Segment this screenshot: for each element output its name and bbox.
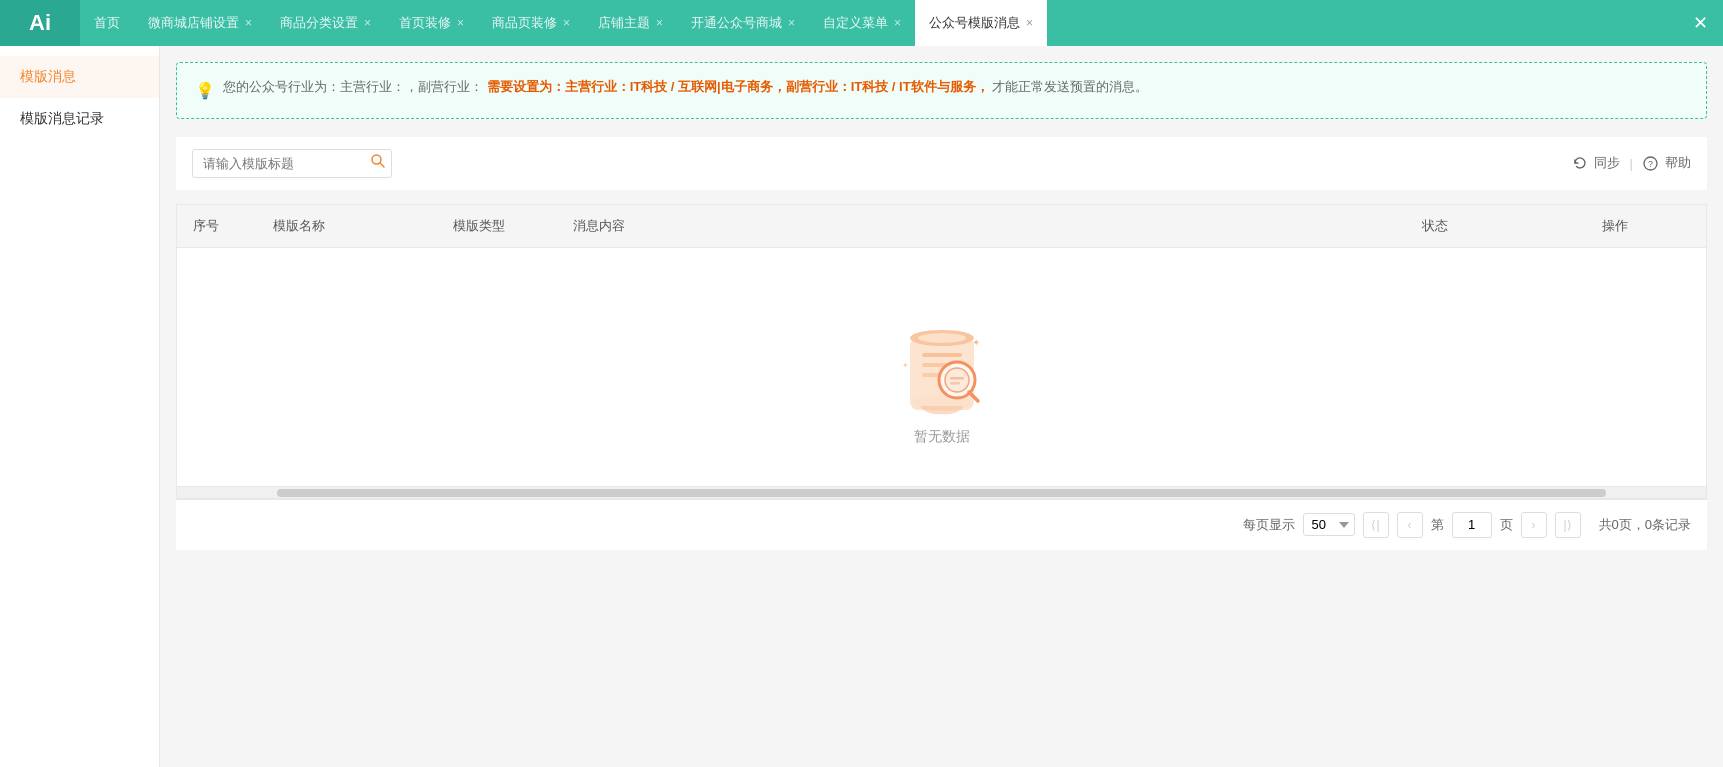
tab-label-product-category: 商品分类设置 [280,14,358,32]
app-logo: Ai [0,0,80,46]
main-layout: 模版消息模版消息记录 💡 您的公众号行业为：主营行业：，副营行业： 需要设置为：… [0,46,1723,767]
help-button[interactable]: ? 帮助 [1643,154,1691,172]
tab-label-home: 首页 [94,14,120,32]
global-close-button[interactable]: ✕ [1677,0,1723,46]
tab-label-wechat-shop: 微商城店铺设置 [148,14,239,32]
tab-close-home-decoration[interactable]: × [457,16,464,30]
tab-home-decoration[interactable]: 首页装修 × [385,0,478,46]
di-label: 第 [1431,516,1444,534]
sidebar-item-template-msg-record[interactable]: 模版消息记录 [0,98,159,140]
col-content: 消息内容 [557,205,1406,247]
svg-rect-15 [950,382,960,385]
col-name: 模版名称 [257,205,437,247]
tab-wechat-shop[interactable]: 微商城店铺设置 × [134,0,266,46]
tabs-container: 首页微商城店铺设置×商品分类设置×首页装修×商品页装修×店铺主题×开通公众号商城… [80,0,1677,46]
svg-text:✦: ✦ [972,337,980,348]
tab-open-shop[interactable]: 开通公众号商城 × [677,0,809,46]
tab-close-shop-theme[interactable]: × [656,16,663,30]
sidebar-item-template-msg[interactable]: 模版消息 [0,56,159,98]
notice-banner: 💡 您的公众号行业为：主营行业：，副营行业： 需要设置为：主营行业：IT科技 /… [176,62,1707,119]
search-bar: 同步 | ? 帮助 [176,137,1707,190]
sidebar: 模版消息模版消息记录 [0,46,160,767]
svg-point-7 [918,333,966,343]
tab-product-category[interactable]: 商品分类设置 × [266,0,385,46]
notice-text: 您的公众号行业为：主营行业：，副营行业： 需要设置为：主营行业：IT科技 / 互… [223,77,1148,98]
search-button[interactable] [370,153,386,173]
sync-button[interactable]: 同步 [1573,154,1620,172]
table-header: 序号 模版名称 模版类型 消息内容 状态 操作 [177,205,1706,248]
next-page-button[interactable]: › [1521,512,1547,538]
col-status: 状态 [1406,205,1586,247]
svg-point-12 [945,368,969,392]
svg-text:?: ? [1648,159,1653,169]
svg-rect-8 [922,353,962,357]
tab-close-template-msg[interactable]: × [1026,16,1033,30]
sync-label: 同步 [1594,154,1620,172]
tab-custom-menu[interactable]: 自定义菜单 × [809,0,915,46]
empty-text: 暂无数据 [914,428,970,446]
page-label: 页 [1500,516,1513,534]
last-page-button[interactable]: |⟩ [1555,512,1581,538]
table-wrap: 序号 模版名称 模版类型 消息内容 状态 操作 [176,204,1707,499]
col-action: 操作 [1586,205,1706,247]
tab-label-custom-menu: 自定义菜单 [823,14,888,32]
top-nav: Ai 首页微商城店铺设置×商品分类设置×首页装修×商品页装修×店铺主题×开通公众… [0,0,1723,46]
first-page-button[interactable]: ⟨| [1363,512,1389,538]
col-type: 模版类型 [437,205,557,247]
page-size-label: 每页显示 [1243,516,1295,534]
page-total: 共0页，0条记录 [1599,516,1691,534]
tab-close-wechat-shop[interactable]: × [245,16,252,30]
prev-page-button[interactable]: ‹ [1397,512,1423,538]
pagination: 每页显示 102050100 ⟨| ‹ 第 1 页 › |⟩ 共0页，0条记录 [176,499,1707,550]
tab-label-shop-theme: 店铺主题 [598,14,650,32]
help-label: 帮助 [1665,154,1691,172]
scrollbar-thumb[interactable] [277,489,1606,497]
search-input[interactable] [192,149,392,178]
tab-label-home-decoration: 首页装修 [399,14,451,32]
svg-text:✦: ✦ [902,361,909,370]
svg-line-1 [380,163,384,167]
search-right: 同步 | ? 帮助 [1573,154,1691,172]
tab-close-custom-menu[interactable]: × [894,16,901,30]
notice-highlight: 需要设置为：主营行业：IT科技 / 互联网|电子商务，副营行业：IT科技 / I… [487,79,989,94]
search-input-wrap [192,149,392,178]
col-index: 序号 [177,205,257,247]
tab-shop-theme[interactable]: 店铺主题 × [584,0,677,46]
page-size-select[interactable]: 102050100 [1303,513,1355,536]
page-input[interactable]: 1 [1452,512,1492,538]
tab-label-product-decoration: 商品页装修 [492,14,557,32]
search-left [192,149,392,178]
empty-state: ✦ ✦ 暂无数据 [177,248,1706,486]
tab-close-open-shop[interactable]: × [788,16,795,30]
tab-close-product-decoration[interactable]: × [563,16,570,30]
divider: | [1630,156,1633,171]
tab-template-msg[interactable]: 公众号模版消息 × [915,0,1047,46]
tab-home[interactable]: 首页 [80,0,134,46]
notice-prefix: 您的公众号行业为：主营行业：，副营行业： [223,79,483,94]
notice-icon: 💡 [195,78,215,104]
content-area: 💡 您的公众号行业为：主营行业：，副营行业： 需要设置为：主营行业：IT科技 /… [160,46,1723,767]
horizontal-scrollbar[interactable] [177,486,1706,498]
svg-rect-14 [950,377,964,380]
tab-label-open-shop: 开通公众号商城 [691,14,782,32]
empty-illustration: ✦ ✦ [882,308,1002,428]
tab-label-template-msg: 公众号模版消息 [929,14,1020,32]
tab-close-product-category[interactable]: × [364,16,371,30]
notice-suffix: 才能正常发送预置的消息。 [992,79,1148,94]
tab-product-decoration[interactable]: 商品页装修 × [478,0,584,46]
